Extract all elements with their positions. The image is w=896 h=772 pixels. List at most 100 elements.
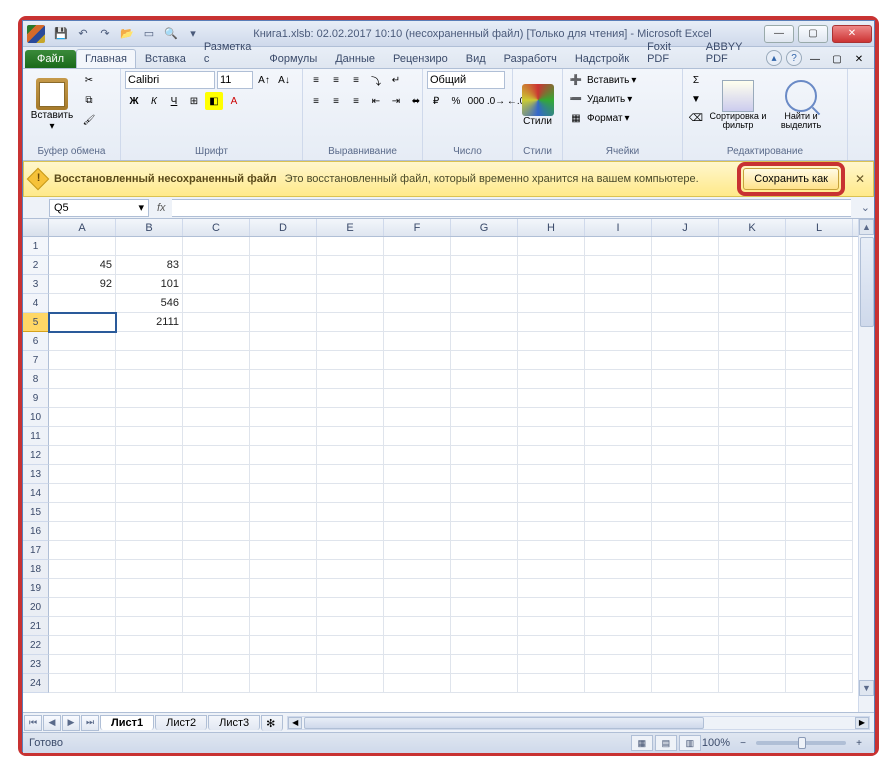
cell[interactable] [585, 313, 652, 332]
close-button[interactable]: ✕ [832, 25, 872, 43]
cell[interactable] [116, 674, 183, 693]
cell[interactable] [652, 408, 719, 427]
minimize-ribbon-icon[interactable]: ▴ [766, 50, 782, 66]
cell[interactable] [384, 370, 451, 389]
vertical-scrollbar[interactable]: ▲ ▼ [858, 219, 874, 712]
clear-icon[interactable]: ⌫ [687, 109, 705, 127]
cell[interactable] [183, 598, 250, 617]
cell[interactable] [719, 503, 786, 522]
cell[interactable] [585, 674, 652, 693]
currency-icon[interactable]: ₽ [427, 92, 445, 110]
zoom-slider-knob[interactable] [798, 737, 806, 749]
format-painter-icon[interactable]: 🖌 [80, 111, 98, 129]
cell[interactable] [384, 560, 451, 579]
next-sheet-icon[interactable]: ▶ [62, 715, 80, 731]
cell[interactable] [183, 408, 250, 427]
cell[interactable] [317, 275, 384, 294]
percent-icon[interactable]: % [447, 92, 465, 110]
cell[interactable] [183, 484, 250, 503]
cell[interactable] [317, 598, 384, 617]
wrap-text-icon[interactable]: ↵ [387, 71, 405, 89]
cell[interactable] [451, 408, 518, 427]
increase-font-icon[interactable]: A↑ [255, 71, 273, 89]
cell[interactable] [250, 237, 317, 256]
undo-icon[interactable]: ↶ [73, 24, 93, 44]
tab-home[interactable]: Главная [76, 49, 136, 68]
cell[interactable] [786, 598, 853, 617]
italic-button[interactable]: К [145, 92, 163, 110]
cell[interactable] [384, 294, 451, 313]
cell[interactable] [585, 275, 652, 294]
column-header[interactable]: L [786, 219, 853, 236]
cell[interactable] [116, 598, 183, 617]
cell[interactable] [585, 256, 652, 275]
cell[interactable] [786, 579, 853, 598]
cell[interactable] [786, 389, 853, 408]
cell[interactable] [518, 674, 585, 693]
tab-view[interactable]: Вид [457, 49, 495, 68]
cell[interactable] [49, 408, 116, 427]
cell[interactable] [585, 598, 652, 617]
cell[interactable] [183, 351, 250, 370]
cell[interactable] [384, 636, 451, 655]
cell[interactable] [49, 332, 116, 351]
row-header[interactable]: 8 [23, 370, 49, 389]
cell[interactable] [518, 351, 585, 370]
cell[interactable] [585, 332, 652, 351]
cell[interactable] [451, 503, 518, 522]
cell[interactable] [786, 313, 853, 332]
cell[interactable] [116, 484, 183, 503]
row-header[interactable]: 5 [23, 313, 49, 332]
cell[interactable] [116, 237, 183, 256]
cell[interactable] [183, 655, 250, 674]
cell[interactable] [518, 541, 585, 560]
save-as-button[interactable]: Сохранить как [743, 168, 839, 190]
cell[interactable] [317, 408, 384, 427]
row-header[interactable]: 4 [23, 294, 49, 313]
cell[interactable] [786, 370, 853, 389]
cell[interactable] [317, 503, 384, 522]
cell[interactable] [49, 465, 116, 484]
cell[interactable] [652, 294, 719, 313]
tab-insert[interactable]: Вставка [136, 49, 195, 68]
cell[interactable] [585, 617, 652, 636]
align-right-icon[interactable]: ≡ [347, 92, 365, 110]
cell[interactable] [116, 541, 183, 560]
cell[interactable] [384, 256, 451, 275]
cell[interactable] [317, 560, 384, 579]
cell[interactable] [49, 446, 116, 465]
cell[interactable] [451, 351, 518, 370]
cell[interactable] [451, 313, 518, 332]
tab-abbyy[interactable]: ABBYY PDF [697, 37, 766, 68]
cell[interactable] [116, 636, 183, 655]
cell[interactable] [585, 484, 652, 503]
cell[interactable] [250, 313, 317, 332]
cell[interactable] [183, 617, 250, 636]
cell[interactable] [786, 256, 853, 275]
cell[interactable] [384, 313, 451, 332]
normal-view-icon[interactable]: ▦ [631, 735, 653, 751]
cell[interactable] [451, 655, 518, 674]
cell[interactable] [116, 655, 183, 674]
cell[interactable] [250, 636, 317, 655]
cell[interactable] [585, 237, 652, 256]
redo-icon[interactable]: ↷ [95, 24, 115, 44]
align-center-icon[interactable]: ≡ [327, 92, 345, 110]
cell[interactable] [49, 598, 116, 617]
row-header[interactable]: 12 [23, 446, 49, 465]
cell[interactable] [518, 465, 585, 484]
cell[interactable] [786, 674, 853, 693]
cell[interactable] [451, 636, 518, 655]
row-header[interactable]: 9 [23, 389, 49, 408]
cell[interactable] [786, 560, 853, 579]
cell[interactable] [317, 674, 384, 693]
doc-minimize-button[interactable]: — [806, 50, 824, 68]
new-sheet-icon[interactable]: ✻ [261, 715, 283, 731]
page-layout-view-icon[interactable]: ▤ [655, 735, 677, 751]
cell[interactable] [451, 389, 518, 408]
cell[interactable] [451, 579, 518, 598]
cell[interactable] [719, 446, 786, 465]
doc-restore-button[interactable]: ▢ [828, 50, 846, 68]
cell[interactable] [250, 484, 317, 503]
cell[interactable] [250, 446, 317, 465]
